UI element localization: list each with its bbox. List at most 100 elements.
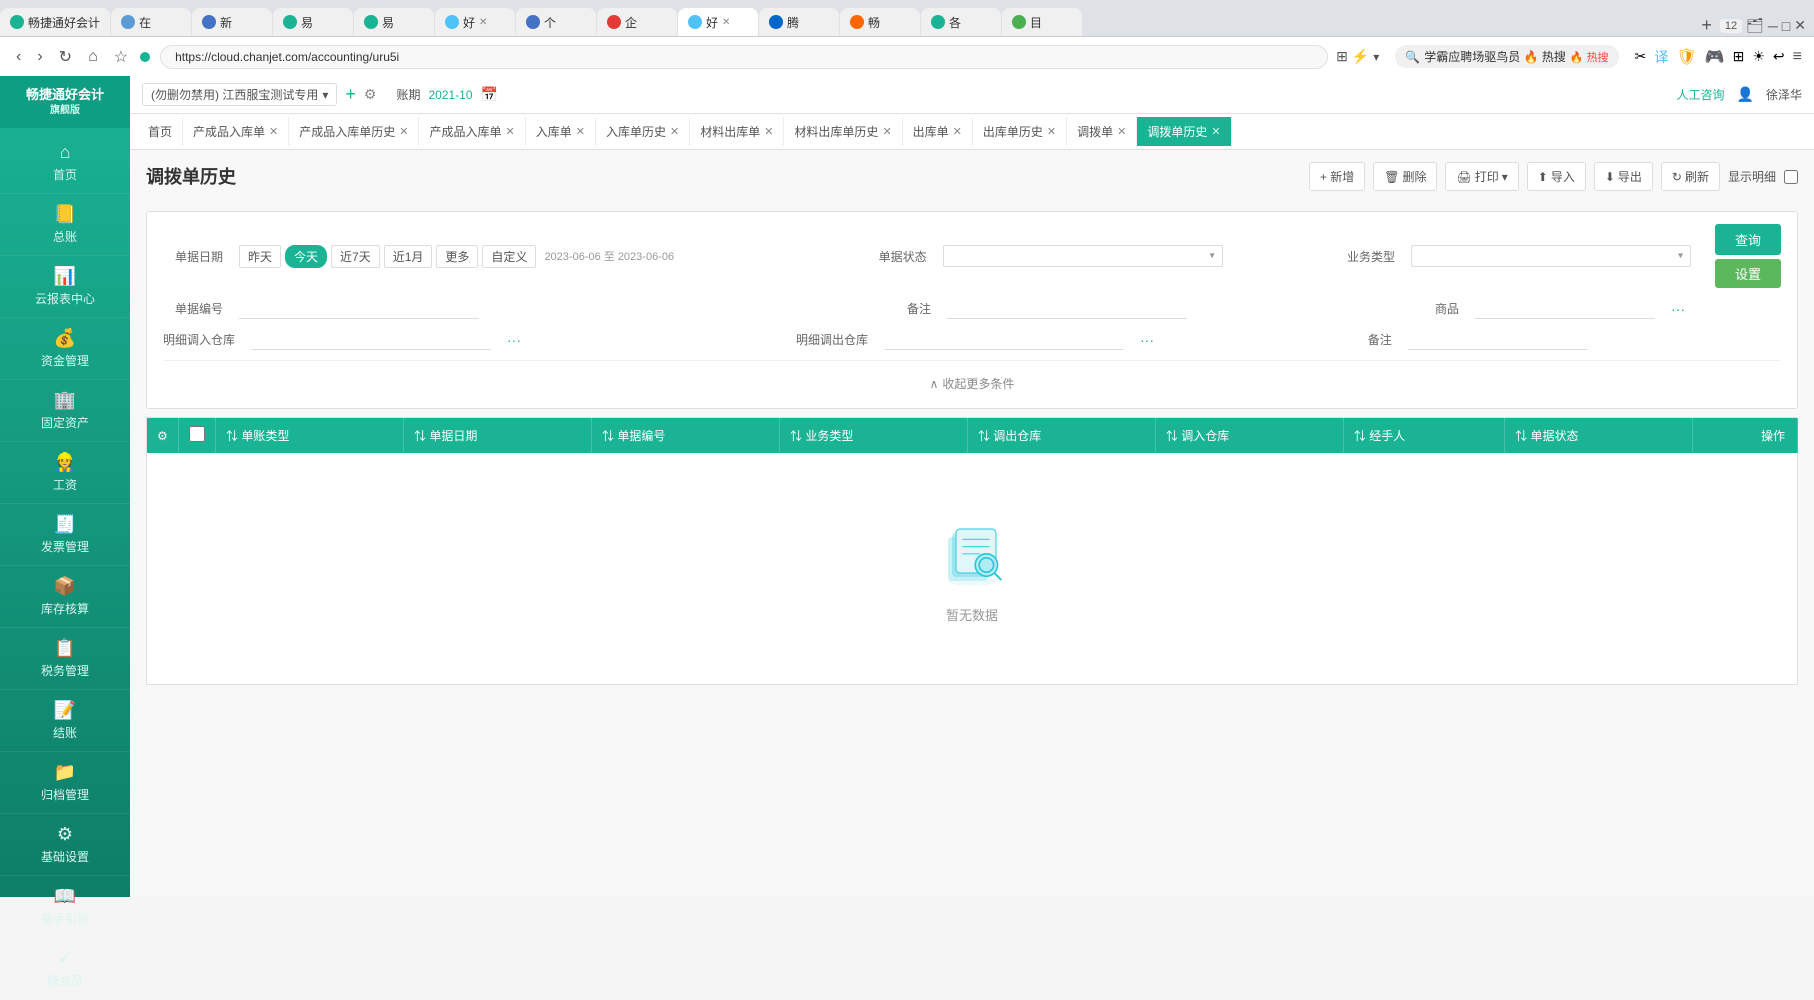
sidebar-item-发票管理[interactable]: 🧾发票管理 — [0, 504, 130, 566]
page-tab-close-9[interactable]: ✕ — [1047, 125, 1056, 138]
goods-more-icon[interactable]: ··· — [1671, 301, 1685, 317]
sidebar-item-工资[interactable]: 👷工资 — [0, 442, 130, 504]
company-selector[interactable]: (勿删勿禁用) 江西服宝测试专用 ▾ — [142, 83, 337, 106]
out-warehouse-input[interactable] — [884, 329, 1124, 350]
browser-tab-12[interactable]: 目 — [1002, 8, 1082, 36]
bookmark-button[interactable]: ☆ — [110, 45, 132, 69]
sidebar-item-云报表中心[interactable]: 📊云报表中心 — [0, 256, 130, 318]
page-tab-close-8[interactable]: ✕ — [953, 125, 962, 138]
sidebar-item-税务管理[interactable]: 📋税务管理 — [0, 628, 130, 690]
back-button[interactable]: ‹ — [12, 46, 25, 68]
extra-remark-input[interactable] — [1408, 329, 1588, 350]
remark-input[interactable] — [947, 298, 1187, 319]
sidebar-item-库存核算[interactable]: 📦库存核算 — [0, 566, 130, 628]
page-tab-close-6[interactable]: ✕ — [764, 125, 773, 138]
yesterday-btn[interactable]: 昨天 — [239, 245, 281, 268]
filter-row-3: 明细调入仓库 ··· 明细调出仓库 ··· 备注 — [163, 329, 1781, 350]
forward-button[interactable]: › — [33, 46, 46, 68]
more-btn[interactable]: 更多 — [436, 245, 478, 268]
page-tab-close-11[interactable]: ✕ — [1211, 125, 1220, 138]
collapse-button[interactable]: ∧ 收起更多条件 — [926, 371, 1019, 396]
browser-tab-10[interactable]: 畅 — [840, 8, 920, 36]
browser-tab-3[interactable]: 易 — [273, 8, 353, 36]
address-input[interactable] — [160, 45, 1328, 69]
refresh-button[interactable]: ↻ 刷新 — [1661, 162, 1720, 191]
browser-tab-1[interactable]: 在 — [111, 8, 191, 36]
biz-type-select[interactable] — [1411, 245, 1691, 267]
filter-settings-button[interactable]: 设置 — [1715, 259, 1781, 288]
browser-tab-2[interactable]: 新 — [192, 8, 272, 36]
custom-btn[interactable]: 自定义 — [482, 245, 536, 268]
settings-company-button[interactable]: ⚙ — [364, 86, 377, 103]
page-tab-3[interactable]: 产成品入库单✕ — [419, 117, 525, 146]
sidebar-item-结账[interactable]: 📝结账 — [0, 690, 130, 752]
page-tab-2[interactable]: 产成品入库单历史✕ — [289, 117, 419, 146]
month-btn[interactable]: 近1月 — [384, 245, 433, 268]
service-label[interactable]: 人工咨询 — [1677, 86, 1725, 103]
print-button[interactable]: 🖨 打印 ▾ — [1445, 162, 1518, 191]
page-tab-4[interactable]: 入库单✕ — [526, 117, 596, 146]
select-all-checkbox[interactable] — [189, 426, 205, 442]
minimize-button[interactable]: ─ — [1768, 18, 1778, 34]
query-button[interactable]: 查询 — [1715, 224, 1781, 255]
browser-tab-4[interactable]: 易 — [354, 8, 434, 36]
new-tab-button[interactable]: + — [1697, 15, 1716, 36]
page-tab-6[interactable]: 材料出库单✕ — [690, 117, 784, 146]
refresh-browser-button[interactable]: ↻ — [55, 45, 76, 69]
in-warehouse-more-icon[interactable]: ··· — [507, 332, 521, 348]
sidebar-item-总账[interactable]: 📒总账 — [0, 194, 130, 256]
browser-tab-0[interactable]: 畅捷通好会计 — [0, 8, 110, 36]
browser-tab-11[interactable]: 各 — [921, 8, 1001, 36]
import-button[interactable]: ⬆ 导入 — [1527, 162, 1586, 191]
page-tab-close-5[interactable]: ✕ — [670, 125, 679, 138]
show-detail-checkbox[interactable] — [1784, 170, 1798, 184]
sidebar-item-基础设置[interactable]: ⚙基础设置 — [0, 814, 130, 876]
page-tab-1[interactable]: 产成品入库单✕ — [183, 117, 289, 146]
page-tab-close-7[interactable]: ✕ — [882, 125, 891, 138]
browser-tab-9[interactable]: 腾 — [759, 8, 839, 36]
page-tab-9[interactable]: 出库单历史✕ — [973, 117, 1067, 146]
page-tab-close-4[interactable]: ✕ — [576, 125, 585, 138]
browser-tab-7[interactable]: 企 — [597, 8, 677, 36]
dropdown-arrow[interactable]: ▾ — [1373, 50, 1379, 64]
goods-input[interactable] — [1475, 298, 1655, 319]
sidebar-item-固定资产[interactable]: 🏢固定资产 — [0, 380, 130, 442]
calendar-icon[interactable]: 📅 — [481, 86, 498, 103]
sidebar-item-归档管理[interactable]: 📁归档管理 — [0, 752, 130, 814]
scissors-icon: ✂ — [1635, 48, 1647, 65]
period-value[interactable]: 2021-10 — [428, 88, 472, 102]
browser-tab-6[interactable]: 个 — [516, 8, 596, 36]
menu-icon[interactable]: ≡ — [1793, 48, 1802, 66]
browser-tab-5[interactable]: 好✕ — [435, 8, 515, 36]
sidebar-item-新手引导[interactable]: 📖新手引导 — [0, 876, 130, 938]
page-tab-close-1[interactable]: ✕ — [269, 125, 278, 138]
home-button[interactable]: ⌂ — [84, 46, 102, 68]
close-window-button[interactable]: ✕ — [1794, 17, 1806, 34]
number-input[interactable] — [239, 298, 479, 319]
out-warehouse-more-icon[interactable]: ··· — [1140, 332, 1154, 348]
page-tab-7[interactable]: 材料出库单历史✕ — [784, 117, 902, 146]
week-btn[interactable]: 近7天 — [331, 245, 380, 268]
sidebar-item-资金管理[interactable]: 💰资金管理 — [0, 318, 130, 380]
sidebar-item-首页[interactable]: ⌂首页 — [0, 132, 130, 194]
table-settings-icon[interactable]: ⚙ — [157, 429, 168, 443]
page-tab-close-10[interactable]: ✕ — [1117, 125, 1126, 138]
page-tab-close-2[interactable]: ✕ — [399, 125, 408, 138]
browser-tab-8[interactable]: 好✕ — [678, 8, 758, 36]
new-record-button[interactable]: + 新增 — [1309, 162, 1365, 191]
page-tab-8[interactable]: 出库单✕ — [903, 117, 973, 146]
in-warehouse-input[interactable] — [251, 329, 491, 350]
export-button[interactable]: ⬇ 导出 — [1594, 162, 1653, 191]
page-tab-10[interactable]: 调拨单✕ — [1067, 117, 1137, 146]
page-tab-0[interactable]: 首页 — [138, 117, 183, 146]
sidebar-item-畅会员[interactable]: ✓畅会员 — [0, 938, 130, 1000]
page-tab-close-3[interactable]: ✕ — [506, 125, 515, 138]
page-tab-5[interactable]: 入库单历史✕ — [596, 117, 690, 146]
page-tab-11[interactable]: 调拨单历史✕ — [1137, 117, 1231, 146]
add-company-button[interactable]: + — [345, 84, 356, 105]
status-select[interactable] — [943, 245, 1223, 267]
search-box[interactable]: 🔍 学霸应聘场驱鸟员 🔥 热搜 🔥 热搜 — [1395, 45, 1618, 68]
maximize-button[interactable]: □ — [1782, 18, 1790, 34]
delete-button[interactable]: 🗑 删除 — [1373, 162, 1437, 191]
today-btn[interactable]: 今天 — [285, 245, 327, 268]
